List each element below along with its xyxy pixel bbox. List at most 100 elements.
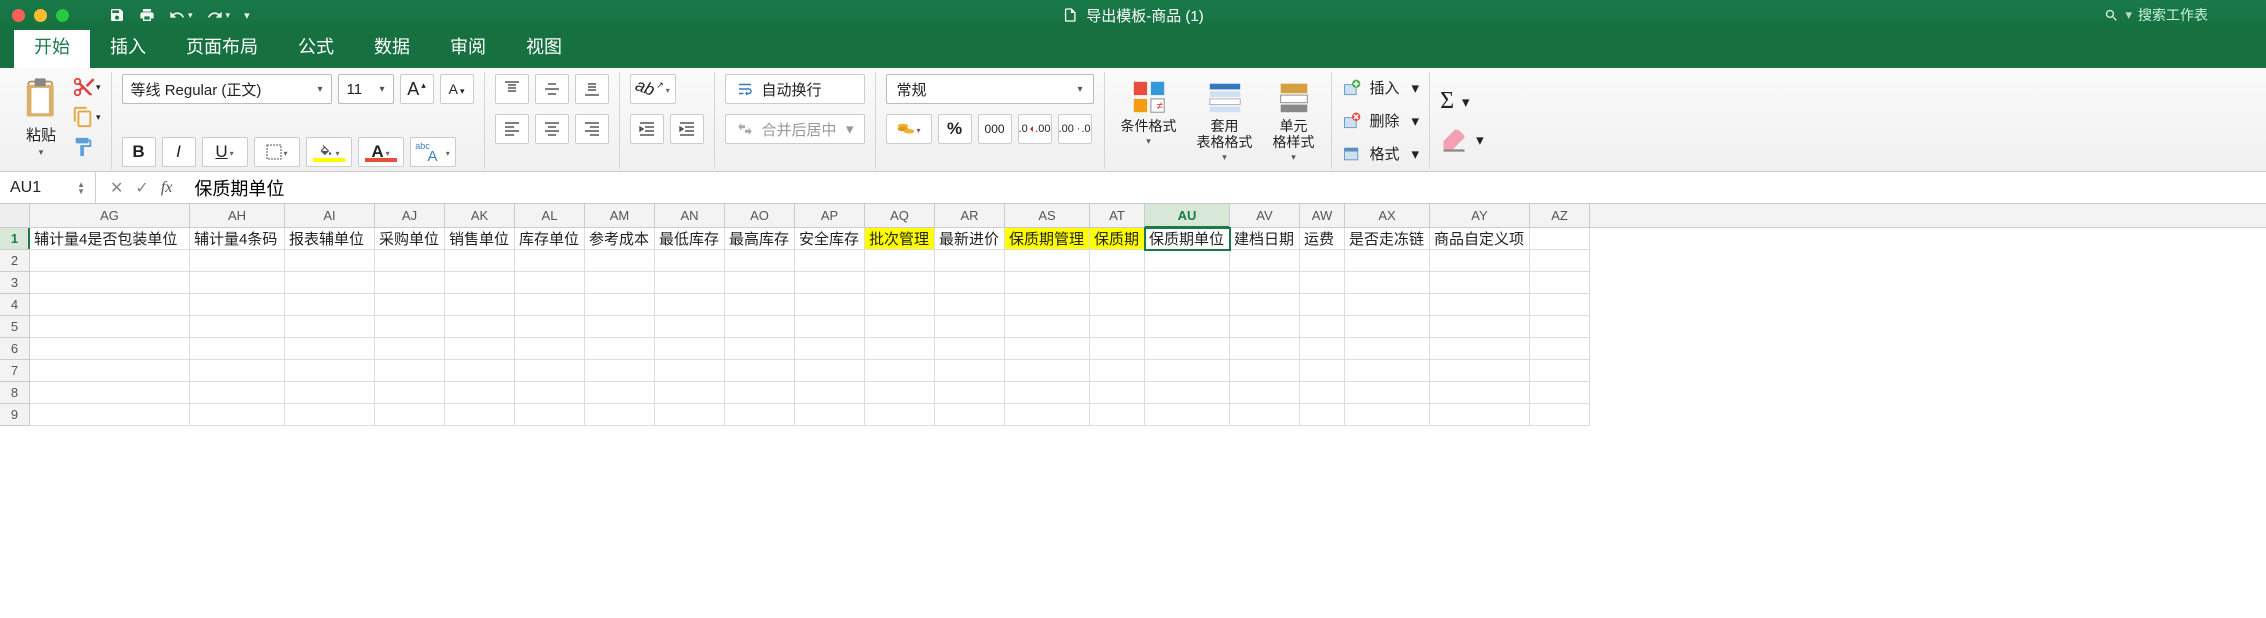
- cell-AQ2[interactable]: [865, 250, 935, 272]
- cell-AX9[interactable]: [1345, 404, 1430, 426]
- close-window-button[interactable]: [12, 9, 25, 22]
- cell-AT1[interactable]: 保质期: [1090, 228, 1145, 250]
- cell-AI9[interactable]: [285, 404, 375, 426]
- cell-AH6[interactable]: [190, 338, 285, 360]
- cell-AV2[interactable]: [1230, 250, 1300, 272]
- percent-button[interactable]: %: [938, 114, 972, 144]
- cell-AL7[interactable]: [515, 360, 585, 382]
- column-header-AL[interactable]: AL: [515, 204, 585, 227]
- cell-AP2[interactable]: [795, 250, 865, 272]
- cell-AH7[interactable]: [190, 360, 285, 382]
- cell-AG7[interactable]: [30, 360, 190, 382]
- cell-AW1[interactable]: 运费: [1300, 228, 1345, 250]
- cell-AN8[interactable]: [655, 382, 725, 404]
- cell-AO8[interactable]: [725, 382, 795, 404]
- autosum-button[interactable]: Σ▾: [1440, 88, 1484, 116]
- align-center-button[interactable]: [535, 114, 569, 144]
- cell-AT9[interactable]: [1090, 404, 1145, 426]
- cell-AI3[interactable]: [285, 272, 375, 294]
- cell-AH4[interactable]: [190, 294, 285, 316]
- cell-AI2[interactable]: [285, 250, 375, 272]
- cell-AM3[interactable]: [585, 272, 655, 294]
- cell-AM7[interactable]: [585, 360, 655, 382]
- cut-button[interactable]: ▾: [72, 76, 101, 98]
- cell-AH3[interactable]: [190, 272, 285, 294]
- column-header-AN[interactable]: AN: [655, 204, 725, 227]
- cell-AK5[interactable]: [445, 316, 515, 338]
- currency-button[interactable]: ▾: [886, 114, 932, 144]
- cell-AH9[interactable]: [190, 404, 285, 426]
- cell-AL6[interactable]: [515, 338, 585, 360]
- cell-AZ2[interactable]: [1530, 250, 1590, 272]
- cell-AN6[interactable]: [655, 338, 725, 360]
- cell-AX6[interactable]: [1345, 338, 1430, 360]
- border-button[interactable]: ▾: [254, 137, 300, 167]
- copy-button[interactable]: ▾: [72, 106, 101, 128]
- fill-color-button[interactable]: ▾: [306, 137, 352, 167]
- column-header-AH[interactable]: AH: [190, 204, 285, 227]
- column-header-AR[interactable]: AR: [935, 204, 1005, 227]
- cell-AK4[interactable]: [445, 294, 515, 316]
- italic-button[interactable]: I: [162, 137, 196, 167]
- cell-AG8[interactable]: [30, 382, 190, 404]
- cell-AX1[interactable]: 是否走冻链: [1345, 228, 1430, 250]
- spreadsheet-grid[interactable]: AGAHAIAJAKALAMANAOAPAQARASATAUAVAWAXAYAZ…: [0, 204, 2266, 426]
- cell-AL4[interactable]: [515, 294, 585, 316]
- cell-AV7[interactable]: [1230, 360, 1300, 382]
- cell-AS2[interactable]: [1005, 250, 1090, 272]
- cell-AR8[interactable]: [935, 382, 1005, 404]
- cell-AK9[interactable]: [445, 404, 515, 426]
- cell-AR6[interactable]: [935, 338, 1005, 360]
- cell-AM2[interactable]: [585, 250, 655, 272]
- cell-AZ8[interactable]: [1530, 382, 1590, 404]
- tab-data[interactable]: 数据: [354, 26, 430, 68]
- insert-cells-button[interactable]: 插入▾: [1342, 74, 1420, 101]
- cell-AH1[interactable]: 辅计量4条码: [190, 228, 285, 250]
- cell-AW2[interactable]: [1300, 250, 1345, 272]
- cell-AS4[interactable]: [1005, 294, 1090, 316]
- cell-AQ4[interactable]: [865, 294, 935, 316]
- cell-AL2[interactable]: [515, 250, 585, 272]
- cell-AX5[interactable]: [1345, 316, 1430, 338]
- cell-AO6[interactable]: [725, 338, 795, 360]
- cell-AQ1[interactable]: 批次管理: [865, 228, 935, 250]
- cell-AS7[interactable]: [1005, 360, 1090, 382]
- cell-styles-button[interactable]: 单元 格样式▾: [1267, 78, 1321, 163]
- column-header-AX[interactable]: AX: [1345, 204, 1430, 227]
- cell-AL3[interactable]: [515, 272, 585, 294]
- formula-input[interactable]: [186, 172, 2266, 203]
- cell-AX2[interactable]: [1345, 250, 1430, 272]
- minimize-window-button[interactable]: [34, 9, 47, 22]
- cell-AS5[interactable]: [1005, 316, 1090, 338]
- cell-AU5[interactable]: [1145, 316, 1230, 338]
- cell-AO1[interactable]: 最高库存: [725, 228, 795, 250]
- column-header-AZ[interactable]: AZ: [1530, 204, 1590, 227]
- cell-AO4[interactable]: [725, 294, 795, 316]
- cell-AV1[interactable]: 建档日期: [1230, 228, 1300, 250]
- cell-AZ3[interactable]: [1530, 272, 1590, 294]
- cell-AL1[interactable]: 库存单位: [515, 228, 585, 250]
- cell-AJ4[interactable]: [375, 294, 445, 316]
- cell-AI6[interactable]: [285, 338, 375, 360]
- cell-AX3[interactable]: [1345, 272, 1430, 294]
- align-right-button[interactable]: [575, 114, 609, 144]
- format-painter-button[interactable]: [72, 136, 101, 158]
- row-header-3[interactable]: 3: [0, 272, 30, 294]
- cell-AN9[interactable]: [655, 404, 725, 426]
- column-header-AU[interactable]: AU: [1145, 204, 1230, 227]
- cell-AU2[interactable]: [1145, 250, 1230, 272]
- column-header-AK[interactable]: AK: [445, 204, 515, 227]
- cell-AT4[interactable]: [1090, 294, 1145, 316]
- save-button[interactable]: [109, 7, 125, 23]
- cell-AV9[interactable]: [1230, 404, 1300, 426]
- cell-AW4[interactable]: [1300, 294, 1345, 316]
- cell-AY2[interactable]: [1430, 250, 1530, 272]
- merge-center-button[interactable]: 合并后居中 ▾: [725, 114, 865, 144]
- tab-page-layout[interactable]: 页面布局: [166, 26, 278, 68]
- row-header-8[interactable]: 8: [0, 382, 30, 404]
- cell-AP9[interactable]: [795, 404, 865, 426]
- select-all-corner[interactable]: [0, 204, 30, 227]
- cell-AG3[interactable]: [30, 272, 190, 294]
- cell-AK7[interactable]: [445, 360, 515, 382]
- cell-AH5[interactable]: [190, 316, 285, 338]
